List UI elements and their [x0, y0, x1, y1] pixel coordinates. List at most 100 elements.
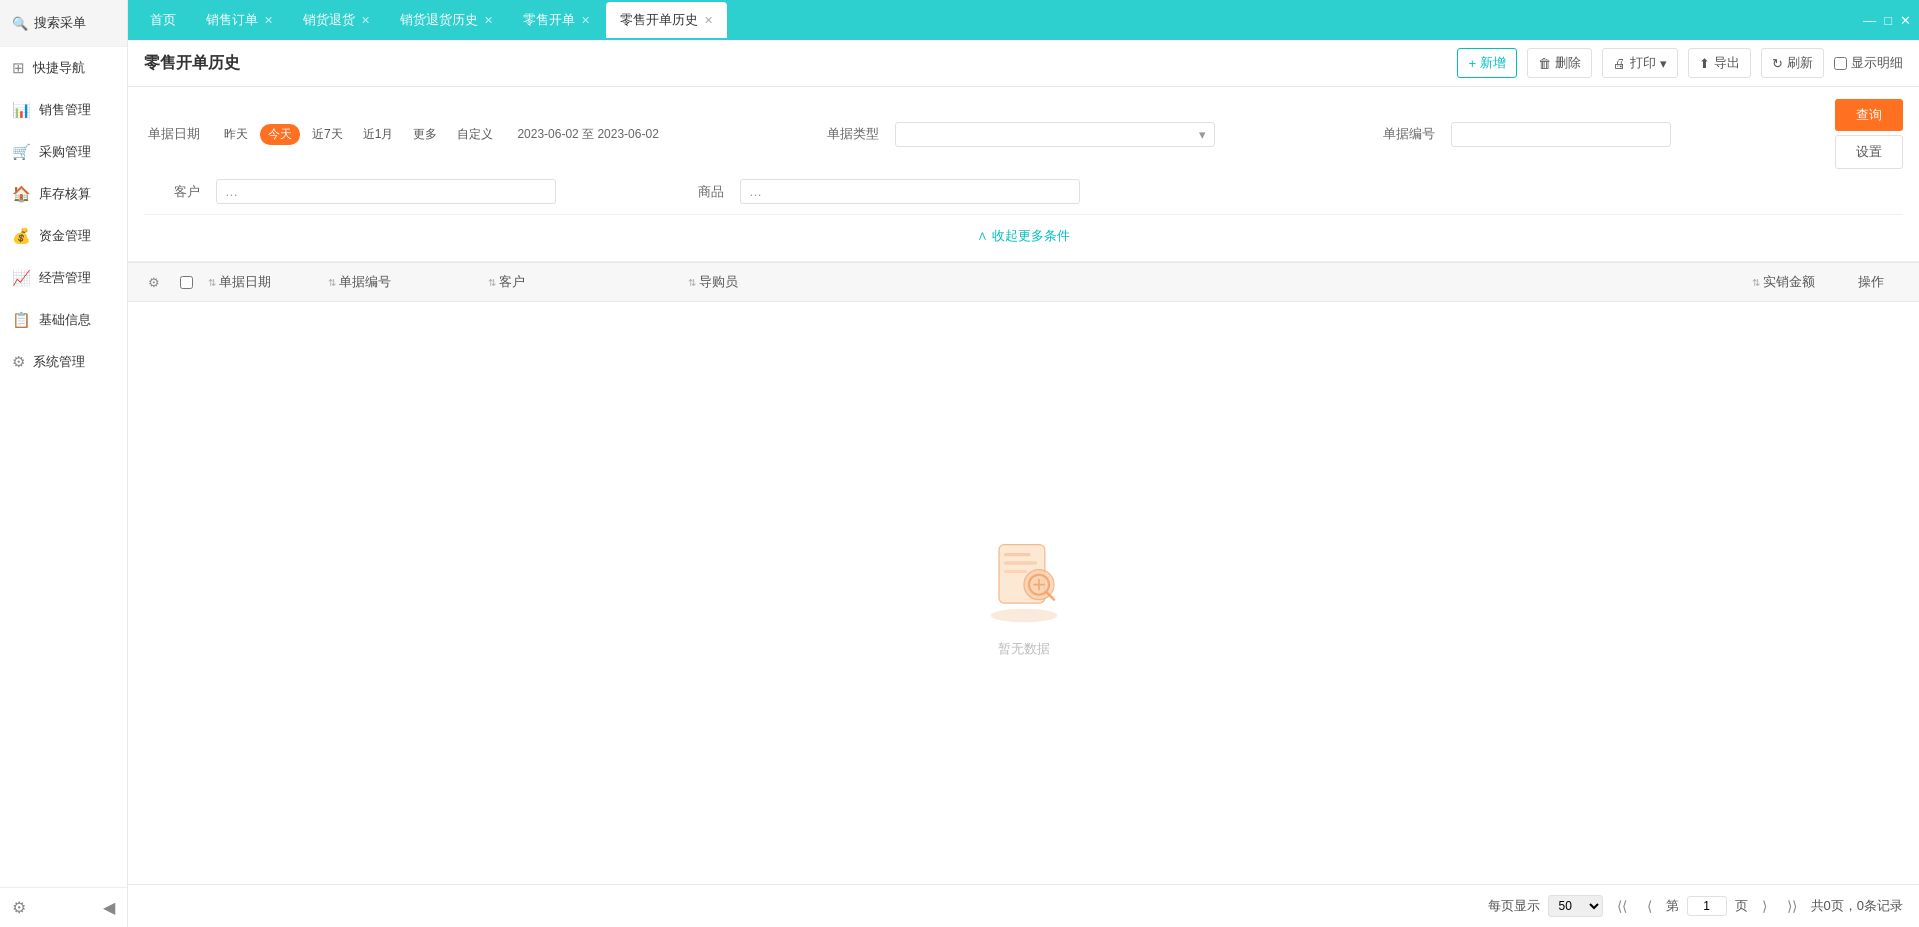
search-icon: 🔍 — [12, 16, 28, 31]
minimize-btn[interactable]: — — [1863, 13, 1876, 28]
sidebar-item-inventory[interactable]: 🏠 库存核算 — [0, 173, 127, 215]
sidebar: 🔍 搜索采单 ⊞ 快捷导航 📊 销售管理 🛒 采购管理 🏠 库存核算 💰 资金管… — [0, 0, 128, 927]
tab-sales-return[interactable]: 销货退货 ✕ — [289, 2, 384, 38]
last-page-btn[interactable]: ⟩⟩ — [1781, 896, 1803, 916]
display-detail-checkbox-wrapper[interactable]: 显示明细 — [1834, 54, 1903, 72]
export-icon: ⬆ — [1699, 56, 1710, 71]
tab-sales-return-close[interactable]: ✕ — [361, 14, 370, 27]
page-label: 第 — [1666, 897, 1679, 915]
print-icon: 🖨 — [1613, 56, 1626, 71]
export-button[interactable]: ⬆ 导出 — [1688, 48, 1751, 78]
table-settings-icon[interactable]: ⚙ — [136, 275, 172, 290]
tab-bar: 首页 销售订单 ✕ 销货退货 ✕ 销货退货历史 ✕ 零售开单 ✕ 零售开单历史 … — [128, 0, 1919, 40]
th-date[interactable]: ⇅ 单据日期 — [200, 273, 320, 291]
filter-collapse-row: ∧ 收起更多条件 — [144, 214, 1903, 249]
maximize-btn[interactable]: □ — [1884, 13, 1892, 28]
doc-type-dropdown-icon: ▾ — [1199, 127, 1206, 142]
filter-area: 单据日期 昨天 今天 近7天 近1月 更多 自定义 2023-06-02 至 2… — [128, 87, 1919, 262]
date-btn-1month[interactable]: 近1月 — [355, 124, 402, 145]
total-text: 共0页，0条记录 — [1811, 897, 1903, 915]
sidebar-item-label: 采购管理 — [39, 143, 91, 161]
bottom-settings-icon[interactable]: ⚙ — [12, 898, 26, 917]
date-btn-today[interactable]: 今天 — [260, 124, 300, 145]
doc-num-input[interactable] — [1451, 122, 1671, 147]
svg-rect-2 — [1004, 553, 1031, 556]
tab-retail-open-close[interactable]: ✕ — [581, 14, 590, 27]
date-filter-label: 单据日期 — [144, 125, 200, 143]
tab-retail-open[interactable]: 零售开单 ✕ — [509, 2, 604, 38]
sidebar-item-system[interactable]: ⚙ 系统管理 — [0, 341, 127, 383]
sidebar-item-label: 经营管理 — [39, 269, 91, 287]
empty-state: 暂无数据 — [128, 302, 1919, 884]
sidebar-item-finance[interactable]: 💰 资金管理 — [0, 215, 127, 257]
sidebar-item-quick-nav[interactable]: ⊞ 快捷导航 — [0, 47, 127, 89]
quick-nav-icon: ⊞ — [12, 59, 25, 77]
page-title: 零售开单历史 — [144, 53, 240, 74]
refresh-label: 刷新 — [1787, 54, 1813, 72]
per-page-select[interactable]: 10 20 50 100 — [1548, 895, 1603, 917]
sidebar-item-purchase-mgmt[interactable]: 🛒 采购管理 — [0, 131, 127, 173]
tab-sales-return-history[interactable]: 销货退货历史 ✕ — [386, 2, 507, 38]
tab-sales-order-label: 销售订单 — [206, 11, 258, 29]
prev-page-btn[interactable]: ⟨ — [1641, 896, 1658, 916]
sidebar-item-label: 快捷导航 — [33, 59, 85, 77]
sidebar-item-label: 资金管理 — [39, 227, 91, 245]
goods-select[interactable]: … — [740, 179, 1080, 204]
sidebar-item-label: 系统管理 — [33, 353, 85, 371]
display-detail-checkbox[interactable] — [1834, 57, 1847, 70]
tab-sales-order[interactable]: 销售订单 ✕ — [192, 2, 287, 38]
tab-sales-return-history-label: 销货退货历史 — [400, 11, 478, 29]
svg-rect-3 — [1004, 561, 1037, 564]
customer-select[interactable]: … — [216, 179, 556, 204]
next-page-btn[interactable]: ⟩ — [1756, 896, 1773, 916]
sidebar-item-ops[interactable]: 📈 经营管理 — [0, 257, 127, 299]
date-btn-more[interactable]: 更多 — [405, 124, 445, 145]
finance-icon: 💰 — [12, 227, 31, 245]
toolbar-actions: + 新增 🗑 删除 🖨 打印 ▾ ⬆ 导出 ↻ 刷新 显示明细 — [1457, 48, 1903, 78]
date-btn-7days[interactable]: 近7天 — [304, 124, 351, 145]
th-num[interactable]: ⇅ 单据编号 — [320, 273, 480, 291]
display-detail-label: 显示明细 — [1851, 54, 1903, 72]
sidebar-search[interactable]: 🔍 搜索采单 — [0, 0, 127, 47]
add-label: 新增 — [1480, 54, 1506, 72]
th-customer-sort-icon: ⇅ — [488, 277, 496, 288]
th-action: 操作 — [1831, 273, 1911, 291]
goods-ellipsis: … — [749, 184, 762, 199]
th-action-label: 操作 — [1858, 273, 1884, 291]
doc-type-label: 单据类型 — [823, 125, 879, 143]
close-window-btn[interactable]: ✕ — [1900, 13, 1911, 28]
sidebar-item-label: 库存核算 — [39, 185, 91, 203]
tab-retail-open-history[interactable]: 零售开单历史 ✕ — [606, 2, 727, 38]
tab-home[interactable]: 首页 — [136, 2, 190, 38]
sidebar-item-label: 销售管理 — [39, 101, 91, 119]
first-page-btn[interactable]: ⟨⟨ — [1611, 896, 1633, 916]
tab-retail-open-history-close[interactable]: ✕ — [704, 14, 713, 27]
tab-sales-return-history-close[interactable]: ✕ — [484, 14, 493, 27]
print-button[interactable]: 🖨 打印 ▾ — [1602, 48, 1678, 78]
th-amount[interactable]: ⇅ 实销金额 — [800, 273, 1831, 291]
refresh-button[interactable]: ↻ 刷新 — [1761, 48, 1824, 78]
per-page-label: 每页显示 — [1488, 897, 1540, 915]
tab-sales-return-label: 销货退货 — [303, 11, 355, 29]
th-date-label: 单据日期 — [219, 273, 271, 291]
settings-button[interactable]: 设置 — [1835, 135, 1903, 169]
date-btn-custom[interactable]: 自定义 — [449, 124, 501, 145]
sidebar-item-sales-mgmt[interactable]: 📊 销售管理 — [0, 89, 127, 131]
date-range-display: 2023-06-02 至 2023-06-02 — [517, 126, 658, 143]
th-guide[interactable]: ⇅ 导购员 — [680, 273, 800, 291]
delete-button[interactable]: 🗑 删除 — [1527, 48, 1592, 78]
sidebar-item-basics[interactable]: 📋 基础信息 — [0, 299, 127, 341]
th-customer[interactable]: ⇅ 客户 — [480, 273, 680, 291]
tab-sales-order-close[interactable]: ✕ — [264, 14, 273, 27]
ops-icon: 📈 — [12, 269, 31, 287]
add-button[interactable]: + 新增 — [1457, 48, 1517, 78]
bottom-collapse-icon[interactable]: ◀ — [103, 898, 115, 917]
page-input[interactable] — [1687, 896, 1727, 916]
table-select-all[interactable] — [172, 276, 200, 289]
date-btn-yesterday[interactable]: 昨天 — [216, 124, 256, 145]
doc-type-select[interactable]: ▾ — [895, 122, 1215, 147]
th-sort-icon: ⇅ — [208, 277, 216, 288]
collapse-filter-btn[interactable]: ∧ 收起更多条件 — [977, 223, 1070, 249]
select-all-checkbox[interactable] — [180, 276, 193, 289]
query-button[interactable]: 查询 — [1835, 99, 1903, 131]
